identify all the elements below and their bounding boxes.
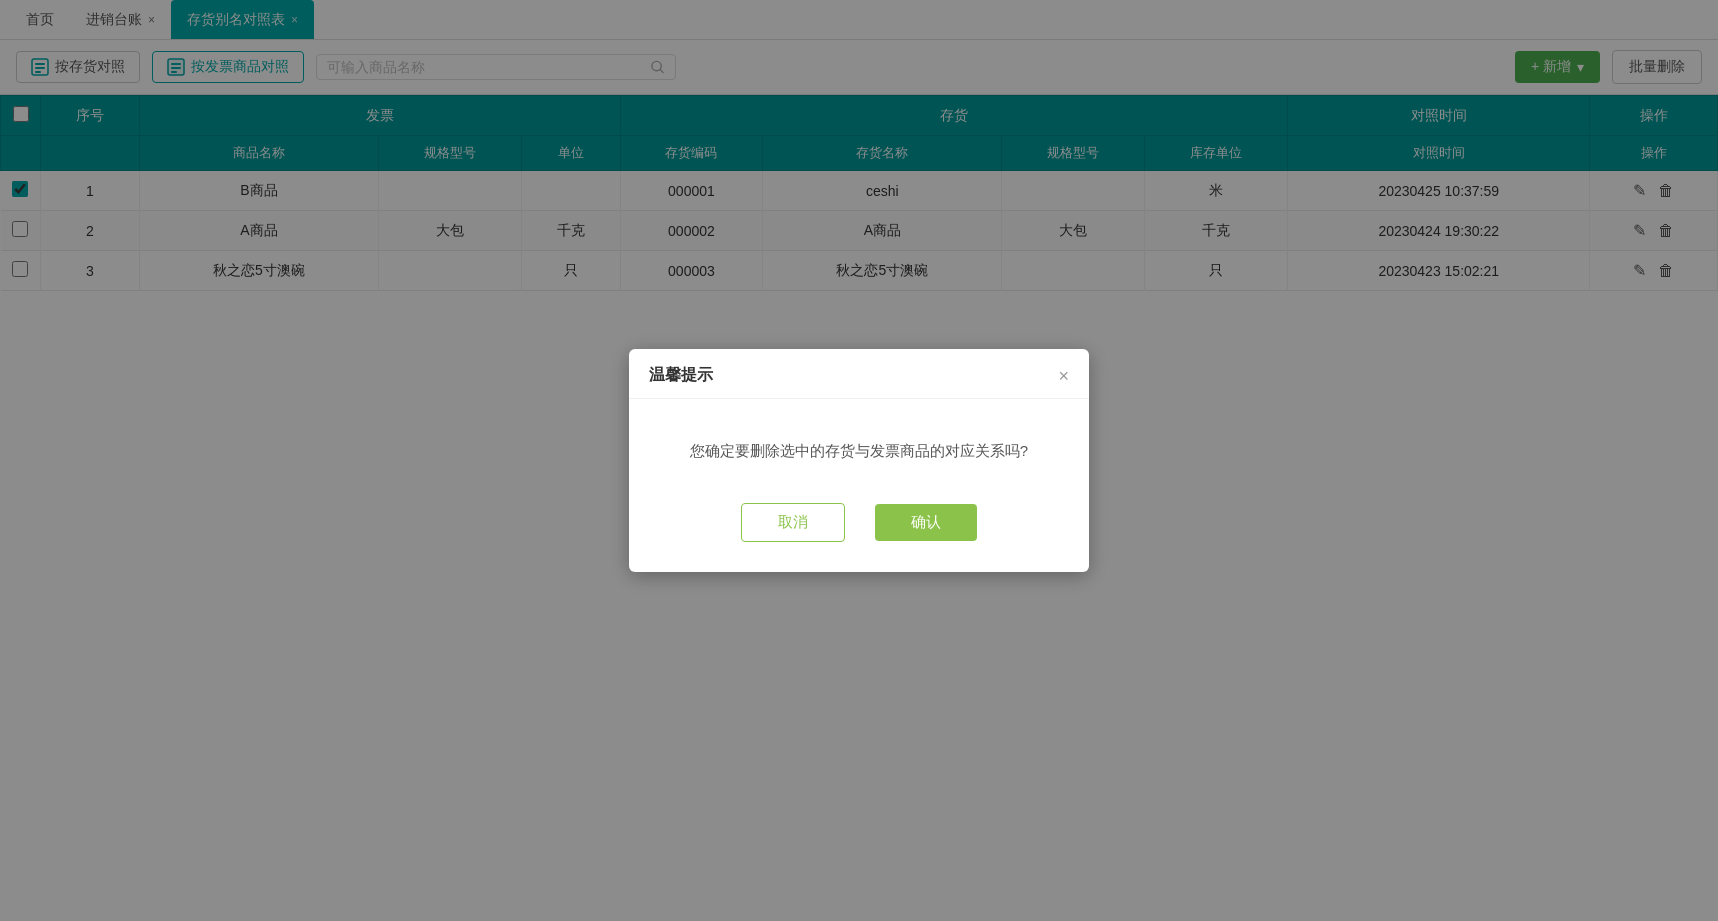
dialog-footer: 取消 确认 — [629, 493, 1089, 572]
dialog-title: 温馨提示 — [649, 365, 713, 386]
dialog-body: 您确定要删除选中的存货与发票商品的对应关系吗? — [629, 399, 1089, 493]
modal-overlay[interactable]: 温馨提示 × 您确定要删除选中的存货与发票商品的对应关系吗? 取消 确认 — [0, 0, 1718, 921]
dialog-close-btn[interactable]: × — [1058, 367, 1069, 385]
confirm-dialog: 温馨提示 × 您确定要删除选中的存货与发票商品的对应关系吗? 取消 确认 — [629, 349, 1089, 572]
dialog-cancel-button[interactable]: 取消 — [741, 503, 845, 542]
dialog-confirm-button[interactable]: 确认 — [875, 504, 977, 541]
dialog-header: 温馨提示 × — [629, 349, 1089, 399]
